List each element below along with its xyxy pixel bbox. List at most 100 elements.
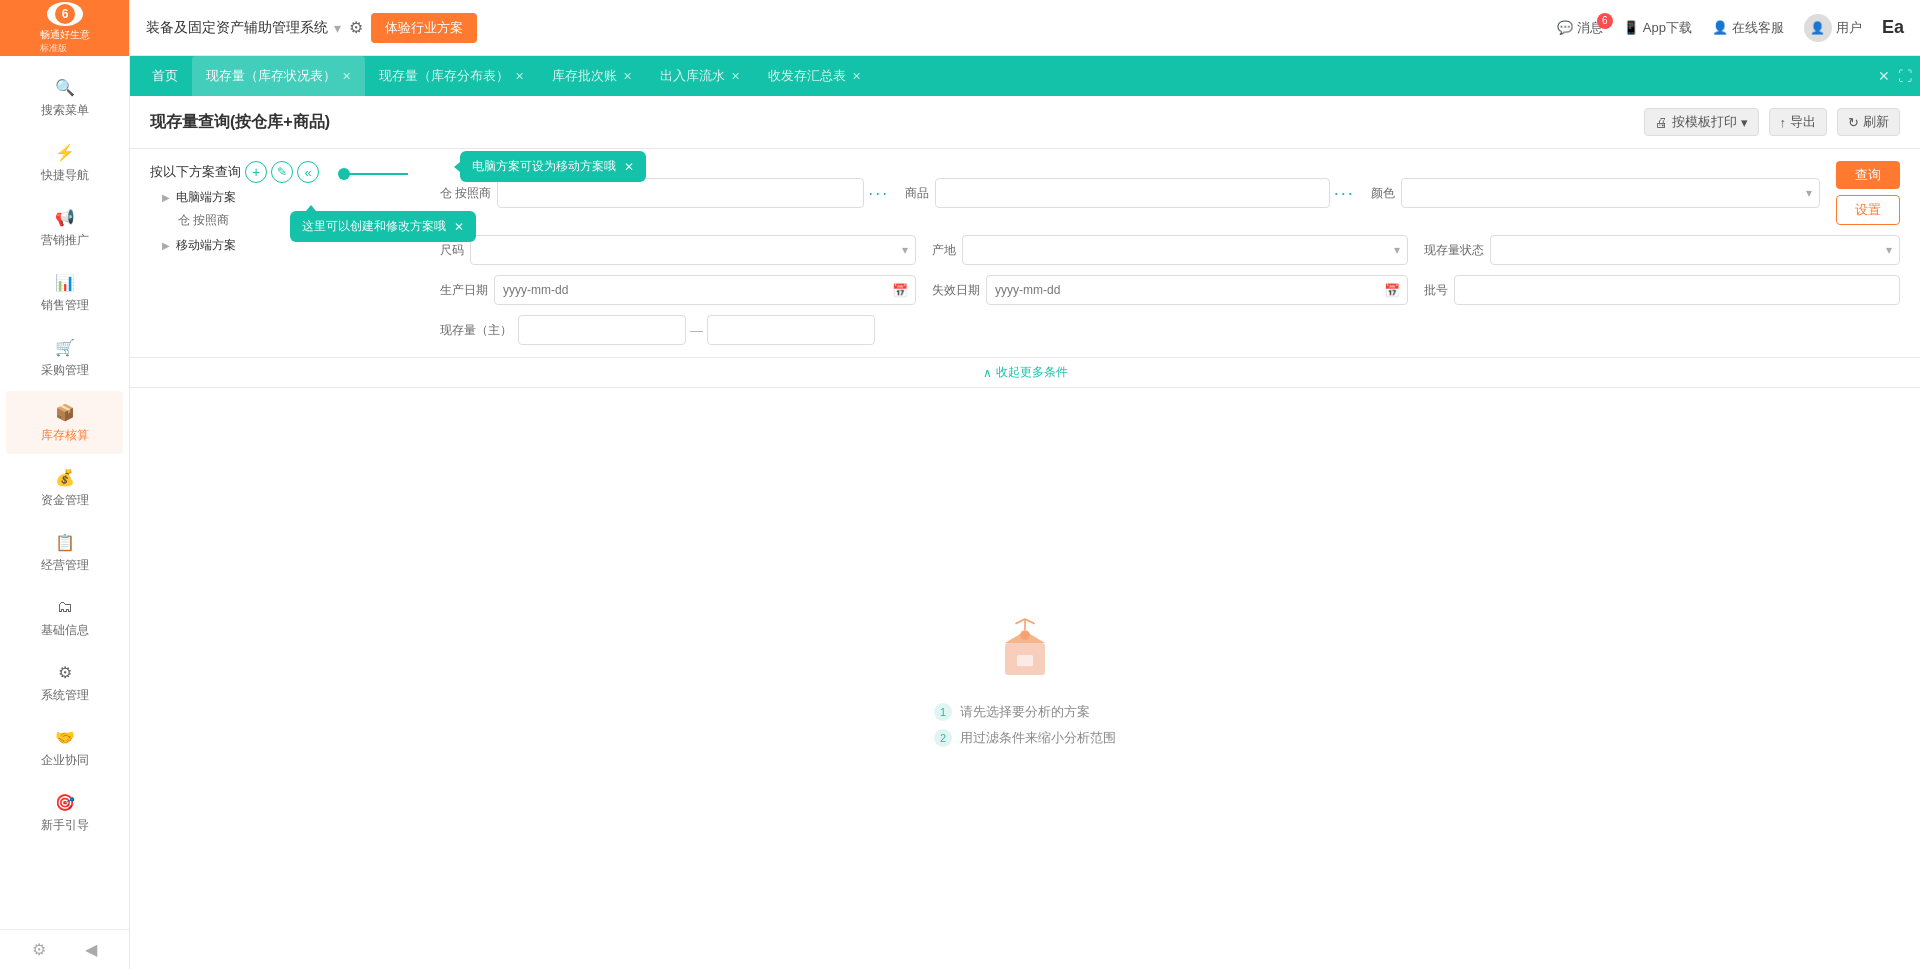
filter-action-btns: 查询 设置 (1836, 161, 1900, 225)
search-btn[interactable]: 查询 (1836, 161, 1900, 189)
system-icon: ⚙ (54, 661, 76, 683)
connector-line (343, 173, 408, 175)
tooltip1-close-btn[interactable]: ✕ (624, 160, 634, 174)
tab-inventory-dist[interactable]: 现存量（库存分布表） ✕ (365, 56, 538, 96)
stock-status-select[interactable] (1490, 235, 1900, 265)
content-header: 现存量查询(按仓库+商品) 🖨 按模板打印 ▾ ↑ 导出 ↻ 刷新 (130, 96, 1920, 149)
goods-more-btn[interactable]: ··· (1334, 183, 1355, 204)
tab-close-inventory-dist[interactable]: ✕ (515, 70, 524, 83)
sales-icon: 📊 (54, 271, 76, 293)
tab-close-all-btn[interactable]: ✕ (1878, 68, 1890, 84)
filter-row-2: 尺码 产地 现存量状态 (440, 235, 1900, 265)
sidebar-item-basic[interactable]: 🗂 基础信息 (6, 586, 123, 649)
svg-point-5 (1020, 630, 1030, 640)
guide-icon: 🎯 (54, 791, 76, 813)
tab-fullscreen-btn[interactable]: ⛶ (1898, 68, 1912, 84)
warehouse-input[interactable] (497, 178, 864, 208)
sidebar-item-sales[interactable]: 📊 销售管理 (6, 261, 123, 324)
online-service-action[interactable]: 👤 在线客服 (1712, 19, 1784, 37)
header-settings-icon[interactable]: ⚙ (349, 18, 363, 37)
purchase-icon: 🛒 (54, 336, 76, 358)
produce-date-input[interactable] (494, 275, 916, 305)
tooltip-2: 这里可以创建和修改方案哦 ✕ (290, 211, 476, 242)
sidebar-bottom: ⚙ ◀ (0, 929, 129, 969)
sidebar-item-enterprise[interactable]: 🤝 企业协同 (6, 716, 123, 779)
pc-arrow: ▶ (162, 192, 170, 203)
service-icon: 👤 (1712, 20, 1728, 35)
refresh-icon: ↻ (1848, 115, 1859, 130)
tab-in-out-flow[interactable]: 出入库流水 ✕ (646, 56, 754, 96)
messages-action[interactable]: 💬 6 消息 (1557, 19, 1603, 37)
sidebar-item-system[interactable]: ⚙ 系统管理 (6, 651, 123, 714)
sidebar-item-quick-nav[interactable]: ⚡ 快捷导航 (6, 131, 123, 194)
sidebar-item-operation[interactable]: 📋 经营管理 (6, 521, 123, 584)
enterprise-icon: 🤝 (54, 726, 76, 748)
dropdown-icon: ▾ (334, 20, 341, 36)
tab-close-batch-ledger[interactable]: ✕ (623, 70, 632, 83)
expire-date-input[interactable] (986, 275, 1408, 305)
sidebar: 6 畅通好生意 标准版 🔍 搜索菜单 ⚡ 快捷导航 📢 营销推广 📊 销售管理 … (0, 0, 130, 969)
sidebar-item-marketing[interactable]: 📢 营销推广 (6, 196, 123, 259)
user-action[interactable]: 👤 用户 (1804, 14, 1862, 42)
tab-close-in-out-flow[interactable]: ✕ (731, 70, 740, 83)
sidebar-item-finance[interactable]: 💰 资金管理 (6, 456, 123, 519)
tab-inventory-status[interactable]: 现存量（库存状况表） ✕ (192, 56, 365, 96)
tooltip2-close-btn[interactable]: ✕ (454, 220, 464, 234)
field-stock-range: 现存量（主） — (440, 315, 875, 345)
content-area: 现存量查询(按仓库+商品) 🖨 按模板打印 ▾ ↑ 导出 ↻ 刷新 (130, 96, 1920, 969)
add-scheme-btn[interactable]: + (245, 161, 267, 183)
sidebar-item-purchase[interactable]: 🛒 采购管理 (6, 326, 123, 389)
industry-btn[interactable]: 体验行业方案 (371, 13, 477, 43)
stock-min-input[interactable] (518, 315, 686, 345)
tab-batch-ledger[interactable]: 库存批次账 ✕ (538, 56, 646, 96)
header-left: 装备及固定资产辅助管理系统 ▾ ⚙ 体验行业方案 (146, 13, 477, 43)
filter-top-row: 按以下方案查询 + ✎ « ▶ 电脑端方案 (150, 161, 1900, 345)
origin-select[interactable] (962, 235, 1408, 265)
ea-label: Ea (1882, 17, 1904, 38)
tab-bar-end: ✕ ⛶ (1878, 68, 1912, 84)
svg-text:6: 6 (61, 7, 68, 21)
basic-icon: 🗂 (54, 596, 76, 618)
field-expire-date: 失效日期 📅 (932, 275, 1408, 305)
sidebar-item-inventory[interactable]: 📦 库存核算 (6, 391, 123, 454)
filter-row-3: 生产日期 📅 失效日期 📅 (440, 275, 1900, 305)
color-select[interactable] (1401, 178, 1820, 208)
batch-input[interactable] (1454, 275, 1900, 305)
sidebar-item-guide[interactable]: 🎯 新手引导 (6, 781, 123, 844)
sidebar-item-search[interactable]: 🔍 搜索菜单 (6, 66, 123, 129)
reset-btn[interactable]: 设置 (1836, 195, 1900, 225)
template-print-btn[interactable]: 🖨 按模板打印 ▾ (1644, 108, 1759, 136)
filter-scheme-header: 按以下方案查询 + ✎ « (150, 161, 432, 183)
goods-input[interactable] (935, 178, 1329, 208)
tab-close-inventory-status[interactable]: ✕ (342, 70, 351, 83)
tab-close-collect-summary[interactable]: ✕ (852, 70, 861, 83)
inventory-icon: 📦 (54, 401, 76, 423)
size-select[interactable] (470, 235, 916, 265)
refresh-btn[interactable]: ↻ 刷新 (1837, 108, 1900, 136)
user-avatar: 👤 (1804, 14, 1832, 42)
logo-icon: 6 (47, 2, 83, 26)
field-goods: 商品 ··· (905, 178, 1354, 208)
tab-collect-summary[interactable]: 收发存汇总表 ✕ (754, 56, 875, 96)
app-download-action[interactable]: 📱 App下载 (1623, 19, 1692, 37)
pc-scheme-item[interactable]: ▶ 电脑端方案 (158, 187, 440, 208)
field-origin: 产地 (932, 235, 1408, 265)
stock-max-input[interactable] (707, 315, 875, 345)
collapse-bar[interactable]: ∧ 收起更多条件 (130, 358, 1920, 388)
export-icon: ↑ (1780, 115, 1787, 130)
finance-icon: 💰 (54, 466, 76, 488)
tip-num-1: 1 (934, 703, 952, 721)
filter-row-4: 现存量（主） — (440, 315, 1900, 345)
settings-bottom-btn[interactable]: ⚙ (32, 940, 46, 959)
warehouse-more-btn[interactable]: ··· (868, 183, 889, 204)
system-selector[interactable]: 装备及固定资产辅助管理系统 ▾ (146, 19, 341, 37)
tab-home[interactable]: 首页 (138, 56, 192, 96)
collapse-sidebar-btn[interactable]: ◀ (85, 940, 97, 959)
back-scheme-btn[interactable]: « (297, 161, 319, 183)
main-content: 装备及固定资产辅助管理系统 ▾ ⚙ 体验行业方案 💬 6 消息 📱 App下载 … (130, 0, 1920, 969)
page-title: 现存量查询(按仓库+商品) (150, 112, 330, 145)
printer-icon: 🖨 (1655, 115, 1668, 130)
export-btn[interactable]: ↑ 导出 (1769, 108, 1828, 136)
edit-scheme-btn[interactable]: ✎ (271, 161, 293, 183)
filter-fields: 仓 按照商 ··· 商品 (440, 161, 1900, 345)
